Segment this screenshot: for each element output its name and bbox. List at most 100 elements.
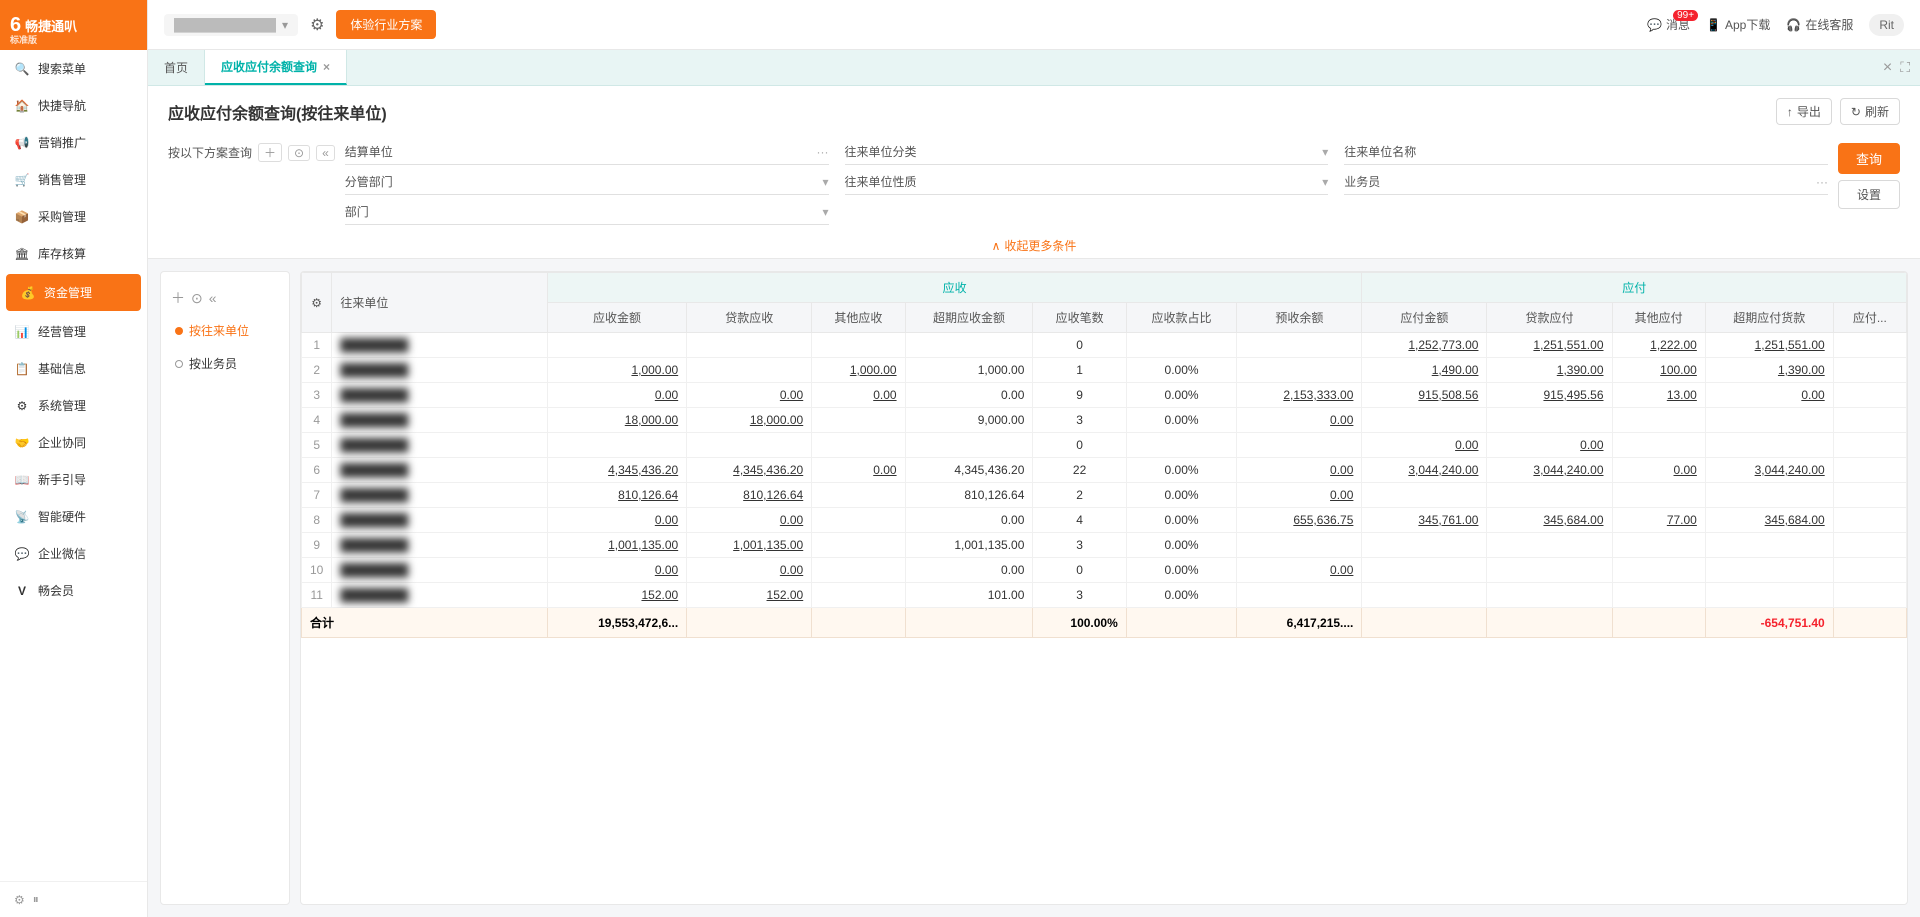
footer-ap-more [1833, 608, 1906, 638]
tab-maximize-icon[interactable]: ⛶ [1900, 59, 1910, 76]
settings-btn[interactable]: 设置 [1838, 180, 1900, 209]
sidebar-item-basic-info[interactable]: 📋 基础信息 [0, 350, 147, 387]
add-scheme-btn[interactable]: ＋ [258, 143, 282, 162]
collapse-more-btn[interactable]: ∧ 收起更多条件 [168, 233, 1900, 258]
footer-ap-overdue: -654,751.40 [1705, 608, 1833, 638]
gear-bottom-icon[interactable]: ⚙ [14, 893, 25, 907]
address-bar[interactable]: ████████████ ▾ [164, 14, 298, 36]
left-panel-item-by-salesman[interactable]: 按业务员 [161, 347, 289, 380]
export-icon: ↑ [1787, 105, 1793, 119]
chevron-partner-cat: ▾ [1322, 145, 1328, 159]
sidebar-item-onboarding[interactable]: 📖 新手引导 [0, 461, 147, 498]
footer-ap-amount [1362, 608, 1487, 638]
members-icon: V [14, 583, 30, 599]
filter-department: 部门 ▾ [345, 203, 829, 225]
col-ar-overdue: 超期应收金额 [905, 303, 1033, 333]
sidebar-item-sales[interactable]: 🛒 销售管理 [0, 161, 147, 198]
edit-scheme-left-btn[interactable]: ⊙ [191, 290, 203, 307]
capital-icon: 💰 [20, 285, 36, 301]
left-panel-item-by-partner[interactable]: 按往来单位 [161, 314, 289, 347]
sidebar-item-quick-nav[interactable]: 🏠 快捷导航 [0, 87, 147, 124]
sidebar: 6 畅捷通叭 标准版 🔍 搜索菜单 🏠 快捷导航 📢 营销推广 🛒 销售管理 📦… [0, 0, 148, 917]
content-body: ＋ ⊙ « 按往来单位 按业务员 [148, 259, 1920, 917]
header-right: 💬 消息 99+ 📱 App下载 🎧 在线客服 Rit [1647, 14, 1904, 36]
search-icon: 🔍 [14, 61, 30, 77]
sidebar-label-wechat: 企业微信 [38, 545, 86, 562]
chevron-up-icon: ∧ [992, 239, 1001, 253]
col-settings[interactable]: ⚙ [302, 273, 332, 333]
table-wrapper: ⚙ 往来单位 应收 应付 应收金额 贷款应收 其他应收 超期应收金额 应收笔数 [300, 271, 1908, 905]
address-text: ████████████ [174, 18, 276, 32]
app-name: 畅捷通叭 [25, 16, 77, 35]
sidebar-item-members[interactable]: V 畅会员 [0, 572, 147, 609]
query-btn[interactable]: 查询 [1838, 143, 1900, 174]
sidebar-item-marketing[interactable]: 📢 营销推广 [0, 124, 147, 161]
tab-close-window-icon[interactable]: × [1883, 59, 1892, 77]
tab-close-icon[interactable]: × [323, 60, 330, 74]
app-version: 标准版 [10, 33, 37, 46]
table-row: 11████████152.00152.00101.0030.00% [302, 583, 1907, 608]
partner-nature-label: 往来单位性质 [845, 173, 917, 190]
message-btn[interactable]: 💬 消息 99+ [1647, 16, 1690, 33]
chevron-nature: ▾ [1322, 175, 1328, 189]
dept-mgr-label: 分管部门 [345, 173, 393, 190]
sidebar-item-search-menu[interactable]: 🔍 搜索菜单 [0, 50, 147, 87]
filter-area: 按以下方案查询 ＋ ⊙ « 结算单位 ··· [168, 133, 1900, 258]
footer-ar-prepay: 6,417,215.... [1237, 608, 1362, 638]
table-body: 1████████01,252,773.001,251,551.001,222.… [302, 333, 1907, 608]
table-row: 7████████810,126.64810,126.64810,126.642… [302, 483, 1907, 508]
collapse-icon[interactable]: ⏸ [33, 892, 39, 907]
by-partner-label: 按往来单位 [189, 322, 249, 339]
settlement-dots[interactable]: ··· [817, 145, 829, 159]
user-avatar[interactable]: Rit [1869, 14, 1904, 36]
sidebar-item-purchase[interactable]: 📦 采购管理 [0, 198, 147, 235]
wechat-icon: 💬 [14, 546, 30, 562]
chevron-dept2: ▾ [822, 205, 828, 219]
table-footer-row: 合计 19,553,472,6... 100.00% 6,417,215.... [302, 608, 1907, 638]
sidebar-item-sys-mgmt[interactable]: ⚙ 系统管理 [0, 387, 147, 424]
collab-icon: 🤝 [14, 435, 30, 451]
sidebar-label-hardware: 智能硬件 [38, 508, 86, 525]
tab-home-label: 首页 [164, 59, 188, 76]
collapse-label: 收起更多条件 [1004, 237, 1076, 254]
service-icon: 🎧 [1786, 18, 1801, 32]
back-scheme-left-btn[interactable]: « [209, 290, 217, 306]
sidebar-label-inventory: 库存核算 [38, 245, 86, 262]
refresh-btn[interactable]: ↻ 刷新 [1840, 98, 1900, 125]
online-service-btn[interactable]: 🎧 在线客服 [1786, 16, 1853, 33]
gear-icon[interactable]: ⚙ [310, 15, 324, 35]
filter-partner-cat: 往来单位分类 ▾ [845, 143, 1329, 165]
sidebar-item-capital[interactable]: 💰 资金管理 [6, 274, 141, 311]
add-scheme-left-btn[interactable]: ＋ [171, 288, 185, 308]
left-panel-header: ＋ ⊙ « [161, 282, 289, 314]
tab-bar: 首页 应收应付余额查询 × × ⛶ [148, 50, 1920, 86]
app-download-btn[interactable]: 📱 App下载 [1706, 16, 1770, 33]
sidebar-item-inventory[interactable]: 🏛 库存核算 [0, 235, 147, 272]
table-settings-icon[interactable]: ⚙ [311, 296, 322, 310]
export-btn[interactable]: ↑ 导出 [1776, 98, 1832, 125]
edit-scheme-btn[interactable]: ⊙ [288, 145, 310, 161]
footer-label: 合计 [302, 608, 548, 638]
salesman-dots[interactable]: ··· [1816, 175, 1828, 189]
settings-icon: ⚙ [14, 398, 30, 414]
main: ████████████ ▾ ⚙ 体验行业方案 💬 消息 99+ 📱 App下载… [148, 0, 1920, 917]
onboarding-icon: 📖 [14, 472, 30, 488]
col-ar-amount: 应收金额 [547, 303, 686, 333]
filter-partner-nature: 往来单位性质 ▾ [845, 173, 1329, 195]
row-no: 10 [302, 558, 332, 583]
hardware-icon: 📡 [14, 509, 30, 525]
chevron-down-icon: ▾ [282, 18, 288, 32]
sidebar-item-enterprise-wechat[interactable]: 💬 企业微信 [0, 535, 147, 572]
scheme-label: 按以下方案查询 [168, 144, 252, 161]
footer-ar-loan [687, 608, 812, 638]
sidebar-item-operations[interactable]: 📊 经营管理 [0, 313, 147, 350]
col-ar-ratio: 应收款占比 [1126, 303, 1237, 333]
sidebar-item-enterprise-collab[interactable]: 🤝 企业协同 [0, 424, 147, 461]
filter-salesman: 业务员 ··· [1344, 173, 1828, 195]
tab-ar-query[interactable]: 应收应付余额查询 × [205, 50, 347, 85]
back-scheme-btn[interactable]: « [316, 145, 335, 161]
tab-home[interactable]: 首页 [148, 50, 205, 85]
row-no: 1 [302, 333, 332, 358]
sidebar-item-smart-hw[interactable]: 📡 智能硬件 [0, 498, 147, 535]
solution-btn[interactable]: 体验行业方案 [336, 10, 436, 39]
